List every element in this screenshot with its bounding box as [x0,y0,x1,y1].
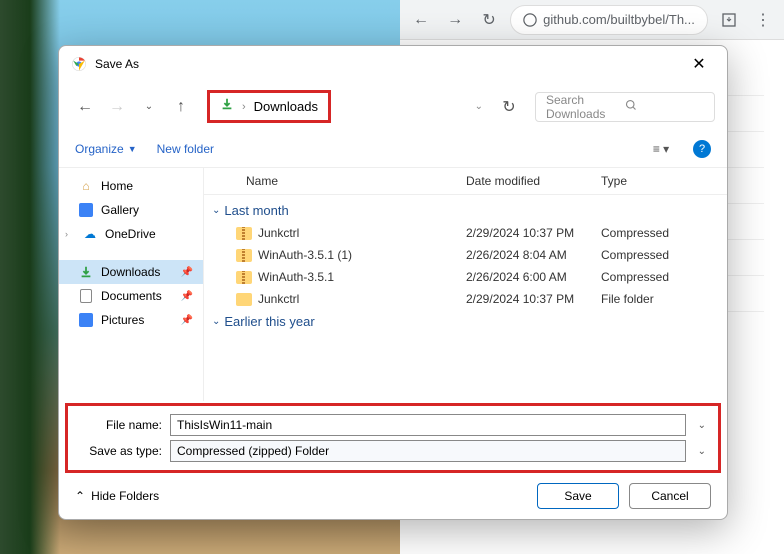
up-button[interactable]: ↑ [167,93,195,121]
zip-folder-icon [236,271,252,284]
hide-folders-button[interactable]: ⌃ Hide Folders [75,489,159,503]
pin-icon: 📌 [181,267,193,278]
save-type-dropdown[interactable]: ⌄ [694,446,710,457]
sidebar-item-home[interactable]: ⌂ Home [59,174,203,198]
forward-button[interactable]: → [103,93,131,121]
download-icon [79,265,93,279]
save-as-dialog: Save As ✕ ← → ⌄ ↑ › Downloads ⌄ ↻ Search… [58,45,728,520]
folder-icon [236,293,252,306]
breadcrumb[interactable]: › Downloads [207,90,331,123]
bottom-bar: ⌃ Hide Folders Save Cancel [59,473,727,519]
cloud-icon: ☁ [83,227,97,241]
sidebar-item-pictures[interactable]: Pictures 📌 [59,308,203,332]
sidebar-item-documents[interactable]: Documents 📌 [59,284,203,308]
filename-label: File name: [76,418,162,432]
pin-icon: 📌 [181,315,193,326]
save-type-label: Save as type: [76,444,162,458]
back-button[interactable]: ← [71,93,99,121]
column-date[interactable]: Date modified [466,174,601,188]
close-button[interactable]: ✕ [683,48,715,80]
site-icon [523,13,537,27]
file-row[interactable]: WinAuth-3.5.1 (1) 2/26/2024 8:04 AM Comp… [204,244,727,266]
zip-folder-icon [236,249,252,262]
group-earlier-year[interactable]: ⌄ Earlier this year [204,310,727,333]
chevron-down-icon: ⌄ [212,316,220,327]
search-placeholder: Search Downloads [546,93,625,121]
organize-button[interactable]: Organize ▼ [75,142,137,156]
dialog-title: Save As [95,57,683,71]
url-text: github.com/builtbybel/Th... [543,12,695,27]
browser-refresh-button[interactable]: ↻ [476,6,502,34]
search-icon [625,99,704,114]
browser-toolbar: ← → ↻ github.com/builtbybel/Th... ⋮ [400,0,784,40]
download-icon [220,97,234,116]
group-last-month[interactable]: ⌄ Last month [204,199,727,222]
chevron-down-icon: ⌄ [212,205,220,216]
save-button[interactable]: Save [537,483,619,509]
browser-install-button[interactable] [716,6,742,34]
zip-folder-icon [236,227,252,240]
toolbar: Organize ▼ New folder ≡ ▾ ? [59,131,727,168]
column-type[interactable]: Type [601,174,715,188]
titlebar: Save As ✕ [59,46,727,82]
chevron-up-icon: ⌃ [75,489,85,503]
nav-row: ← → ⌄ ↑ › Downloads ⌄ ↻ Search Downloads [59,82,727,131]
pictures-icon [79,313,93,327]
sidebar-item-onedrive[interactable]: › ☁ OneDrive [59,222,203,246]
column-name[interactable]: Name [216,174,466,188]
refresh-button[interactable]: ↻ [495,93,523,121]
search-input[interactable]: Search Downloads [535,92,715,122]
column-headers: Name Date modified Type [204,168,727,195]
footer-fields: File name: ThisIsWin11-main ⌄ Save as ty… [65,403,721,473]
browser-menu-button[interactable]: ⋮ [750,6,776,34]
chevron-down-icon: ▼ [128,144,137,154]
help-button[interactable]: ? [693,140,711,158]
address-dropdown[interactable]: ⌄ [467,101,491,112]
document-icon [79,289,93,303]
view-button[interactable]: ≡ ▾ [649,137,673,161]
url-bar[interactable]: github.com/builtbybel/Th... [510,5,708,35]
browser-back-button[interactable]: ← [408,6,434,34]
new-folder-button[interactable]: New folder [157,142,214,156]
file-list: Name Date modified Type ⌄ Last month Jun… [204,168,727,401]
pin-icon: 📌 [181,291,193,302]
file-row[interactable]: WinAuth-3.5.1 2/26/2024 6:00 AM Compress… [204,266,727,288]
recent-dropdown[interactable]: ⌄ [135,93,163,121]
cancel-button[interactable]: Cancel [629,483,711,509]
save-type-select[interactable]: Compressed (zipped) Folder [170,440,686,462]
file-row[interactable]: Junkctrl 2/29/2024 10:37 PM Compressed [204,222,727,244]
sidebar-item-downloads[interactable]: Downloads 📌 [59,260,203,284]
browser-forward-button[interactable]: → [442,6,468,34]
filename-input[interactable]: ThisIsWin11-main [170,414,686,436]
breadcrumb-text: Downloads [254,99,318,114]
chrome-icon [71,56,87,72]
sidebar: ⌂ Home Gallery › ☁ OneDrive Downloads 📌 [59,168,204,401]
filename-dropdown[interactable]: ⌄ [694,420,710,431]
file-row[interactable]: Junkctrl 2/29/2024 10:37 PM File folder [204,288,727,310]
sidebar-item-gallery[interactable]: Gallery [59,198,203,222]
home-icon: ⌂ [79,179,93,193]
chevron-right-icon[interactable]: › [65,229,75,239]
chevron-right-icon: › [242,101,246,113]
gallery-icon [79,203,93,217]
